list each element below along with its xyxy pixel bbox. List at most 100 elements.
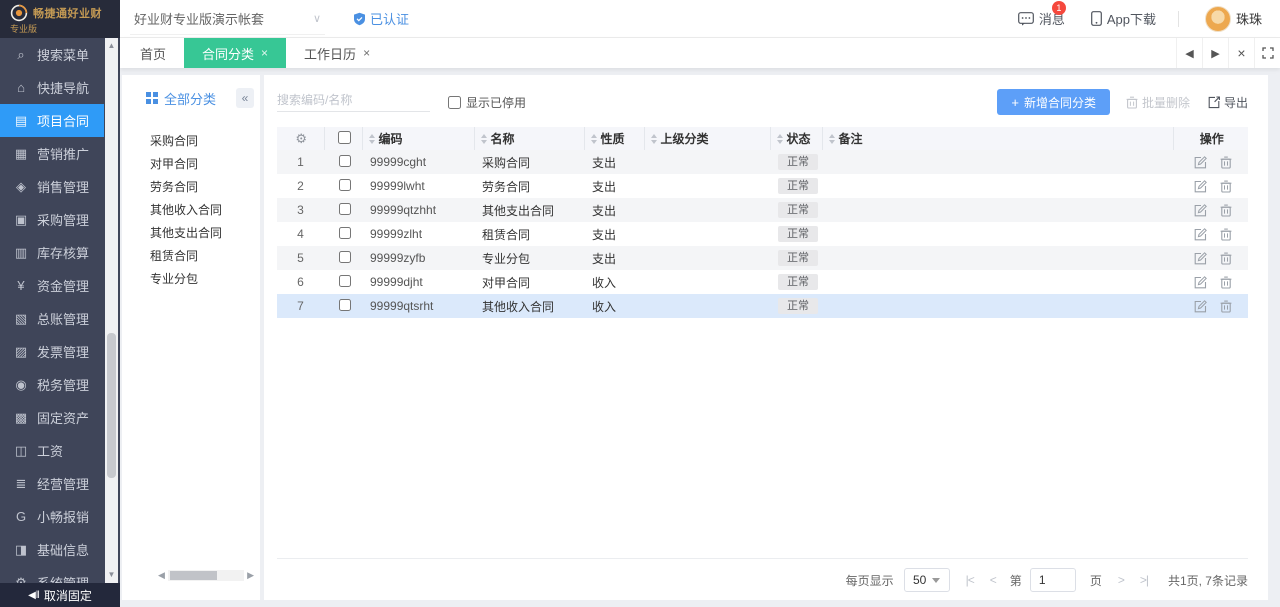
sidebar-item[interactable]: ▩ 固定资产	[0, 401, 104, 434]
account-selector[interactable]: 好业财专业版演示帐套 ∨	[130, 3, 325, 35]
scrollbar-thumb[interactable]	[107, 333, 116, 478]
scroll-right-icon[interactable]: ▶	[247, 570, 254, 581]
tab[interactable]: 合同分类 ×	[184, 38, 287, 68]
export-button[interactable]: 导出	[1208, 94, 1248, 111]
table-row[interactable]: 6 99999djht 对甲合同 收入 正常	[277, 270, 1248, 294]
category-item[interactable]: 租赁合同	[150, 245, 260, 268]
next-page-button[interactable]: >	[1118, 573, 1125, 587]
sidebar-item[interactable]: ▧ 总账管理	[0, 302, 104, 335]
row-checkbox[interactable]	[339, 178, 351, 191]
add-contract-category-button[interactable]: + 新增合同分类	[997, 89, 1110, 115]
tab-close-icon[interactable]: ×	[363, 46, 370, 60]
hscroll-track[interactable]	[167, 570, 245, 581]
category-item[interactable]: 劳务合同	[150, 176, 260, 199]
row-checkbox[interactable]	[339, 154, 351, 167]
sidebar-item[interactable]: ⚙ 系统管理	[0, 566, 104, 584]
page-number-input[interactable]	[1029, 568, 1076, 592]
edit-button[interactable]	[1194, 299, 1207, 313]
per-page-select[interactable]: 50	[903, 568, 950, 592]
sidebar-item[interactable]: ≣ 经营管理	[0, 467, 104, 500]
sort-icon[interactable]	[828, 133, 835, 144]
scroll-down-icon[interactable]: ▼	[105, 568, 118, 582]
first-page-button[interactable]: |<	[966, 573, 975, 587]
last-page-button[interactable]: >|	[1140, 573, 1149, 587]
sidebar-item[interactable]: ⌕ 搜索菜单	[0, 38, 104, 71]
category-item[interactable]: 其他支出合同	[150, 222, 260, 245]
search-input[interactable]	[277, 92, 432, 107]
sidebar-item[interactable]: ◉ 税务管理	[0, 368, 104, 401]
delete-button[interactable]	[1220, 252, 1232, 265]
sort-icon[interactable]	[650, 133, 657, 144]
sort-icon[interactable]	[776, 133, 783, 144]
scroll-left-icon[interactable]: ◀	[158, 570, 165, 581]
edit-button[interactable]	[1194, 179, 1207, 193]
batch-delete-button[interactable]: 批量删除	[1126, 94, 1190, 111]
category-hscrollbar[interactable]: ◀ ▶	[158, 569, 254, 582]
sort-icon[interactable]	[480, 133, 487, 144]
edit-button[interactable]	[1194, 155, 1207, 169]
edit-button[interactable]	[1194, 227, 1207, 241]
scroll-tabs-right-button[interactable]: ▶	[1202, 38, 1228, 68]
unpin-sidebar-button[interactable]: ◀‖ 取消固定	[0, 583, 120, 607]
name-column-header[interactable]: 名称	[474, 127, 585, 150]
tab-close-icon[interactable]: ×	[261, 46, 268, 60]
hscroll-thumb[interactable]	[169, 571, 218, 580]
gear-icon[interactable]: ⚙	[295, 131, 307, 146]
edit-button[interactable]	[1194, 251, 1207, 265]
prev-page-button[interactable]: <	[990, 573, 997, 587]
table-row[interactable]: 7 99999qtsrht 其他收入合同 收入 正常	[277, 294, 1248, 318]
sidebar-item[interactable]: ¥ 资金管理	[0, 269, 104, 302]
table-row[interactable]: 2 99999lwht 劳务合同 支出 正常	[277, 174, 1248, 198]
sidebar-item[interactable]: ⌂ 快捷导航	[0, 71, 104, 104]
code-column-header[interactable]: 编码	[362, 127, 475, 150]
delete-button[interactable]	[1220, 204, 1232, 217]
row-checkbox[interactable]	[339, 298, 351, 311]
row-checkbox[interactable]	[339, 250, 351, 263]
row-checkbox[interactable]	[339, 274, 351, 287]
sidebar-item[interactable]: ▥ 库存核算	[0, 236, 104, 269]
sidebar-item[interactable]: ◫ 工资	[0, 434, 104, 467]
sidebar-scrollbar[interactable]: ▲ ▼	[105, 38, 118, 583]
column-settings-header[interactable]: ⚙	[277, 127, 325, 150]
sidebar-item[interactable]: ▤ 项目合同	[0, 104, 104, 137]
category-item[interactable]: 采购合同	[150, 130, 260, 153]
category-item[interactable]: 其他收入合同	[150, 199, 260, 222]
delete-button[interactable]	[1220, 276, 1232, 289]
sidebar-item[interactable]: ◈ 销售管理	[0, 170, 104, 203]
sidebar-item[interactable]: ▣ 采购管理	[0, 203, 104, 236]
select-all-checkbox[interactable]	[337, 130, 351, 144]
parent-column-header[interactable]: 上级分类	[644, 127, 771, 150]
edit-button[interactable]	[1194, 275, 1207, 289]
category-item[interactable]: 专业分包	[150, 268, 260, 291]
tab[interactable]: 首页	[122, 38, 184, 68]
nature-column-header[interactable]: 性质	[584, 127, 645, 150]
sidebar-item[interactable]: G 小畅报销	[0, 500, 104, 533]
delete-button[interactable]	[1220, 180, 1232, 193]
table-row[interactable]: 4 99999zlht 租赁合同 支出 正常	[277, 222, 1248, 246]
table-row[interactable]: 3 99999qtzhht 其他支出合同 支出 正常	[277, 198, 1248, 222]
avatar[interactable]	[1204, 5, 1231, 32]
close-all-tabs-button[interactable]: ×	[1228, 38, 1254, 68]
app-download-button[interactable]: App下载	[1090, 9, 1156, 28]
sidebar-item[interactable]: ▨ 发票管理	[0, 335, 104, 368]
fullscreen-button[interactable]	[1254, 38, 1280, 68]
delete-button[interactable]	[1220, 156, 1232, 169]
sidebar-item[interactable]: ▦ 营销推广	[0, 137, 104, 170]
sidebar-item[interactable]: ◨ 基础信息	[0, 533, 104, 566]
row-checkbox[interactable]	[339, 202, 351, 215]
sort-icon[interactable]	[368, 133, 375, 144]
scroll-tabs-left-button[interactable]: ◀	[1176, 38, 1202, 68]
messages-button[interactable]: 消息 1	[1017, 1, 1066, 28]
row-checkbox[interactable]	[339, 226, 351, 239]
remark-column-header[interactable]: 备注	[822, 127, 1174, 150]
edit-button[interactable]	[1194, 203, 1207, 217]
sort-icon[interactable]	[590, 133, 597, 144]
category-item[interactable]: 对甲合同	[150, 153, 260, 176]
show-disabled-checkbox[interactable]	[448, 95, 461, 109]
table-row[interactable]: 5 99999zyfb 专业分包 支出 正常	[277, 246, 1248, 270]
all-categories-link[interactable]: 全部分类	[164, 89, 216, 108]
collapse-panel-button[interactable]: «	[236, 88, 254, 108]
user-menu[interactable]: 珠珠	[1204, 5, 1262, 32]
table-row[interactable]: 1 99999cght 采购合同 支出 正常	[277, 150, 1248, 174]
scroll-up-icon[interactable]: ▲	[105, 39, 118, 53]
